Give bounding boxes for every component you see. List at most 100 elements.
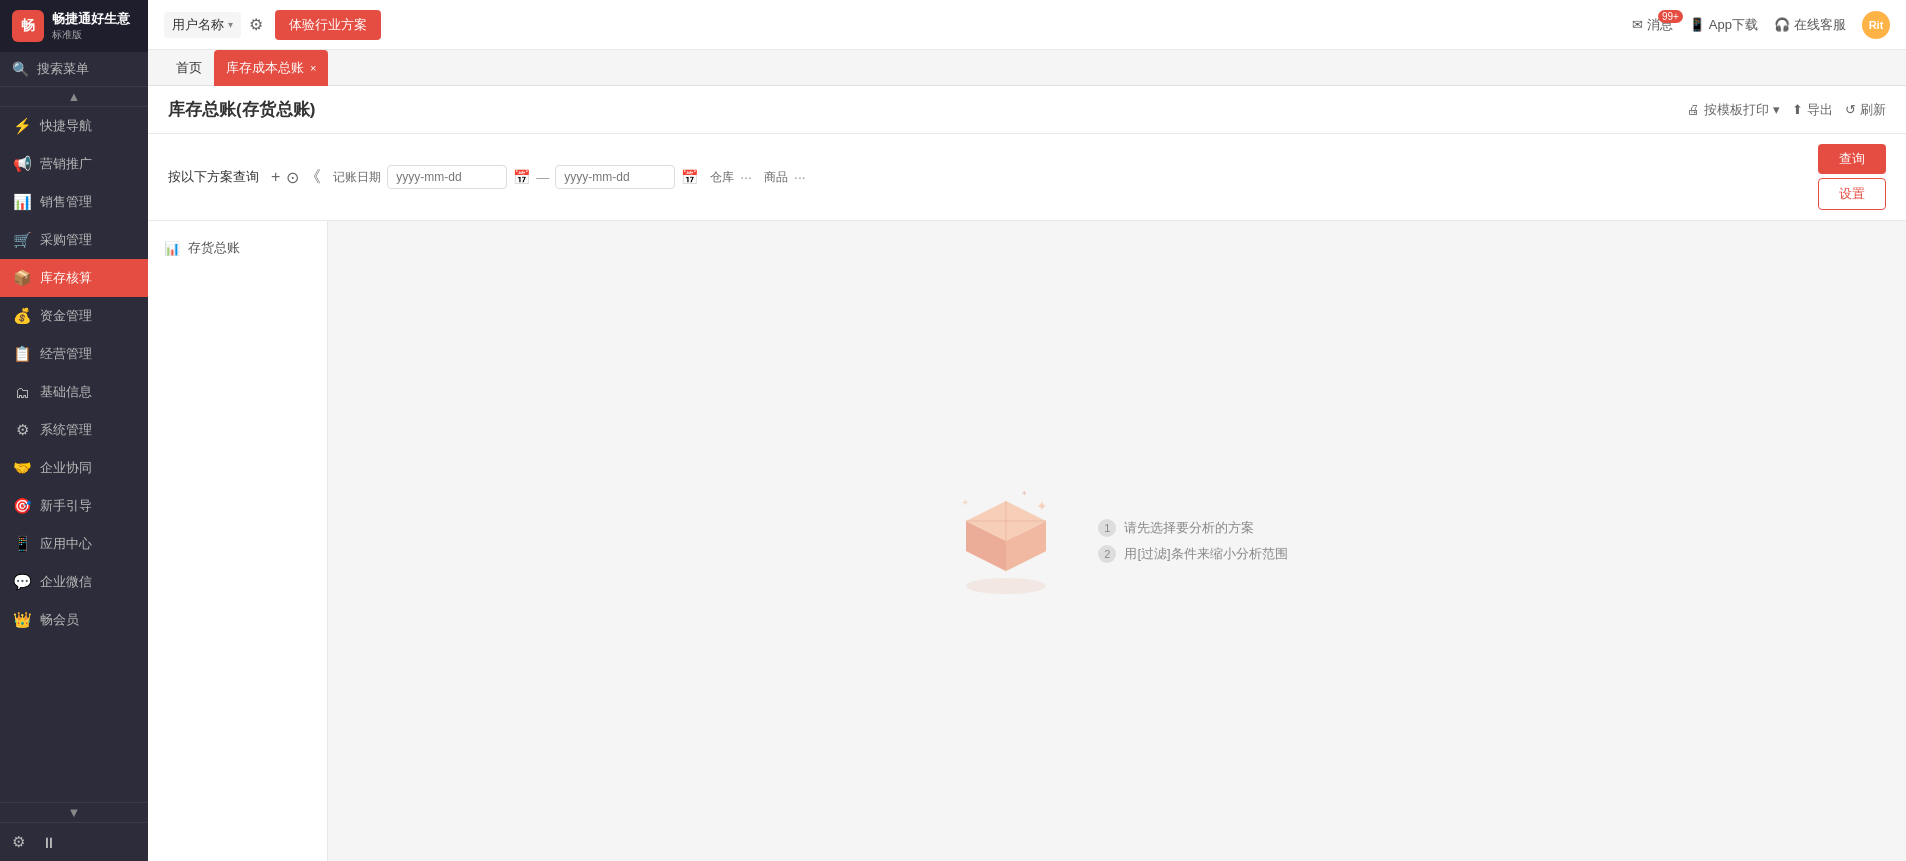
sidebar-footer: ⚙ ⏸ <box>0 822 148 861</box>
nav-icon-finance: 💰 <box>12 307 32 325</box>
nav-label-wechat: 企业微信 <box>40 573 136 591</box>
empty-illustration: ✦ ✦ ✦ <box>946 481 1066 601</box>
sidebar-item-sales[interactable]: 📊 销售管理 <box>0 183 148 221</box>
export-button[interactable]: ⬆ 导出 <box>1792 101 1833 119</box>
tip-1-number: 1 <box>1098 519 1116 537</box>
date-start-input[interactable] <box>387 165 507 189</box>
nav-icon-inventory: 📦 <box>12 269 32 287</box>
app-download-label: App下载 <box>1709 16 1758 34</box>
sidebar-nav: ⚡ 快捷导航 📢 营销推广 📊 销售管理 🛒 采购管理 📦 库存核算 💰 资金管… <box>0 107 148 802</box>
nav-label-member: 畅会员 <box>40 611 136 629</box>
topbar-settings-icon[interactable]: ⚙ <box>249 15 263 34</box>
logo-icon: 畅 <box>12 10 44 42</box>
user-selector[interactable]: 用户名称 ▾ <box>164 12 241 38</box>
nav-label-apps: 应用中心 <box>40 535 136 553</box>
nav-label-system: 系统管理 <box>40 421 136 439</box>
warehouse-label: 仓库 <box>710 169 734 186</box>
tab-close-inventory-ledger[interactable]: × <box>310 62 316 74</box>
add-filter-button[interactable]: + <box>271 168 280 186</box>
date-filter: 记账日期 📅 — 📅 <box>333 165 698 189</box>
settings-button[interactable]: 设置 <box>1818 178 1886 210</box>
nav-icon-coop: 🤝 <box>12 459 32 477</box>
product-more-icon[interactable]: ··· <box>794 169 806 185</box>
refresh-button[interactable]: ↺ 刷新 <box>1845 101 1886 119</box>
sidebar-item-guide[interactable]: 🎯 新手引导 <box>0 487 148 525</box>
sidebar-item-basic[interactable]: 🗂 基础信息 <box>0 373 148 411</box>
search-icon: 🔍 <box>12 61 29 77</box>
sidebar-item-purchase[interactable]: 🛒 采购管理 <box>0 221 148 259</box>
topbar-left: 用户名称 ▾ ⚙ 体验行业方案 <box>164 10 1632 40</box>
nav-icon-purchase: 🛒 <box>12 231 32 249</box>
user-name-label: 用户名称 <box>172 16 224 34</box>
chevron-down-icon: ▾ <box>228 19 233 30</box>
nav-label-finance: 资金管理 <box>40 307 136 325</box>
nav-icon-basic: 🗂 <box>12 384 32 401</box>
empty-tips: 1 请先选择要分析的方案 2 用[过滤]条件来缩小分析范围 <box>1098 519 1287 563</box>
filter-side-icon-inventory-ledger: 📊 <box>164 241 180 256</box>
search-menu[interactable]: 🔍 搜索菜单 <box>0 52 148 87</box>
sidebar-item-system[interactable]: ⚙ 系统管理 <box>0 411 148 449</box>
warehouse-more-icon[interactable]: ··· <box>740 169 752 185</box>
calendar-start-icon[interactable]: 📅 <box>513 169 530 185</box>
nav-icon-apps: 📱 <box>12 535 32 553</box>
date-separator: — <box>536 170 549 185</box>
print-button[interactable]: 🖨 按模板打印 ▾ <box>1687 101 1780 119</box>
online-service-button[interactable]: 🎧 在线客服 <box>1774 16 1846 34</box>
collapse-filter-button[interactable]: 《 <box>305 167 321 188</box>
sidebar-item-marketing[interactable]: 📢 营销推广 <box>0 145 148 183</box>
main-panel: ✦ ✦ ✦ 1 请先选择要分析的方案 <box>328 221 1906 861</box>
empty-state-inner: ✦ ✦ ✦ 1 请先选择要分析的方案 <box>946 481 1287 601</box>
topbar-right: ✉ 消息 99+ 📱 App下载 🎧 在线客服 Rit <box>1632 11 1890 39</box>
manage-filter-button[interactable]: ⊙ <box>286 168 299 187</box>
nav-icon-quicknav: ⚡ <box>12 117 32 135</box>
filter-side-item-inventory-ledger[interactable]: 📊 存货总账 <box>148 231 327 265</box>
nav-label-quicknav: 快捷导航 <box>40 117 136 135</box>
date-end-input[interactable] <box>555 165 675 189</box>
tip-1-text: 请先选择要分析的方案 <box>1124 519 1254 537</box>
export-label: 导出 <box>1807 101 1833 119</box>
nav-label-guide: 新手引导 <box>40 497 136 515</box>
sidebar-item-operation[interactable]: 📋 经营管理 <box>0 335 148 373</box>
svg-text:✦: ✦ <box>961 497 969 508</box>
sidebar-item-quicknav[interactable]: ⚡ 快捷导航 <box>0 107 148 145</box>
page-title: 库存总账(存货总账) <box>168 98 315 121</box>
version-label: 标准版 <box>52 28 130 41</box>
sidebar-item-member[interactable]: 👑 畅会员 <box>0 601 148 639</box>
sidebar-item-apps[interactable]: 📱 应用中心 <box>0 525 148 563</box>
svg-point-0 <box>966 578 1046 594</box>
nav-icon-guide: 🎯 <box>12 497 32 515</box>
settings-icon[interactable]: ⚙ <box>12 833 25 851</box>
user-avatar[interactable]: Rit <box>1862 11 1890 39</box>
trial-button[interactable]: 体验行业方案 <box>275 10 381 40</box>
nav-icon-wechat: 💬 <box>12 573 32 591</box>
sidebar-scroll-down[interactable]: ▼ <box>0 802 148 822</box>
app-download-button[interactable]: 📱 App下载 <box>1689 16 1758 34</box>
empty-tip-1: 1 请先选择要分析的方案 <box>1098 519 1287 537</box>
product-label: 商品 <box>764 169 788 186</box>
search-menu-label: 搜索菜单 <box>37 60 89 78</box>
sidebar-item-wechat[interactable]: 💬 企业微信 <box>0 563 148 601</box>
messages-button[interactable]: ✉ 消息 99+ <box>1632 16 1673 34</box>
print-label: 按模板打印 <box>1704 101 1769 119</box>
query-button[interactable]: 查询 <box>1818 144 1886 174</box>
nav-icon-operation: 📋 <box>12 345 32 363</box>
tab-inventory-ledger[interactable]: 库存成本总账× <box>214 50 328 86</box>
nav-label-coop: 企业协同 <box>40 459 136 477</box>
tab-home[interactable]: 首页 <box>164 50 214 86</box>
headset-icon: 🎧 <box>1774 17 1790 32</box>
nav-icon-member: 👑 <box>12 611 32 629</box>
topbar: 用户名称 ▾ ⚙ 体验行业方案 ✉ 消息 99+ 📱 App下载 🎧 在线客服 … <box>148 0 1906 50</box>
page-content: 库存总账(存货总账) 🖨 按模板打印 ▾ ⬆ 导出 ↺ 刷新 按以下方案查询 <box>148 86 1906 861</box>
sidebar-item-coop[interactable]: 🤝 企业协同 <box>0 449 148 487</box>
date-label: 记账日期 <box>333 169 381 186</box>
export-icon: ⬆ <box>1792 102 1803 117</box>
calendar-end-icon[interactable]: 📅 <box>681 169 698 185</box>
refresh-icon: ↺ <box>1845 102 1856 117</box>
sidebar-logo: 畅 畅捷通好生意 标准版 <box>0 0 148 52</box>
sidebar-item-finance[interactable]: 💰 资金管理 <box>0 297 148 335</box>
speaker-icon[interactable]: ⏸ <box>41 834 56 851</box>
print-icon: 🖨 <box>1687 102 1700 117</box>
sidebar-scroll-up[interactable]: ▲ <box>0 87 148 107</box>
sidebar-item-inventory[interactable]: 📦 库存核算 <box>0 259 148 297</box>
phone-icon: 📱 <box>1689 17 1705 32</box>
